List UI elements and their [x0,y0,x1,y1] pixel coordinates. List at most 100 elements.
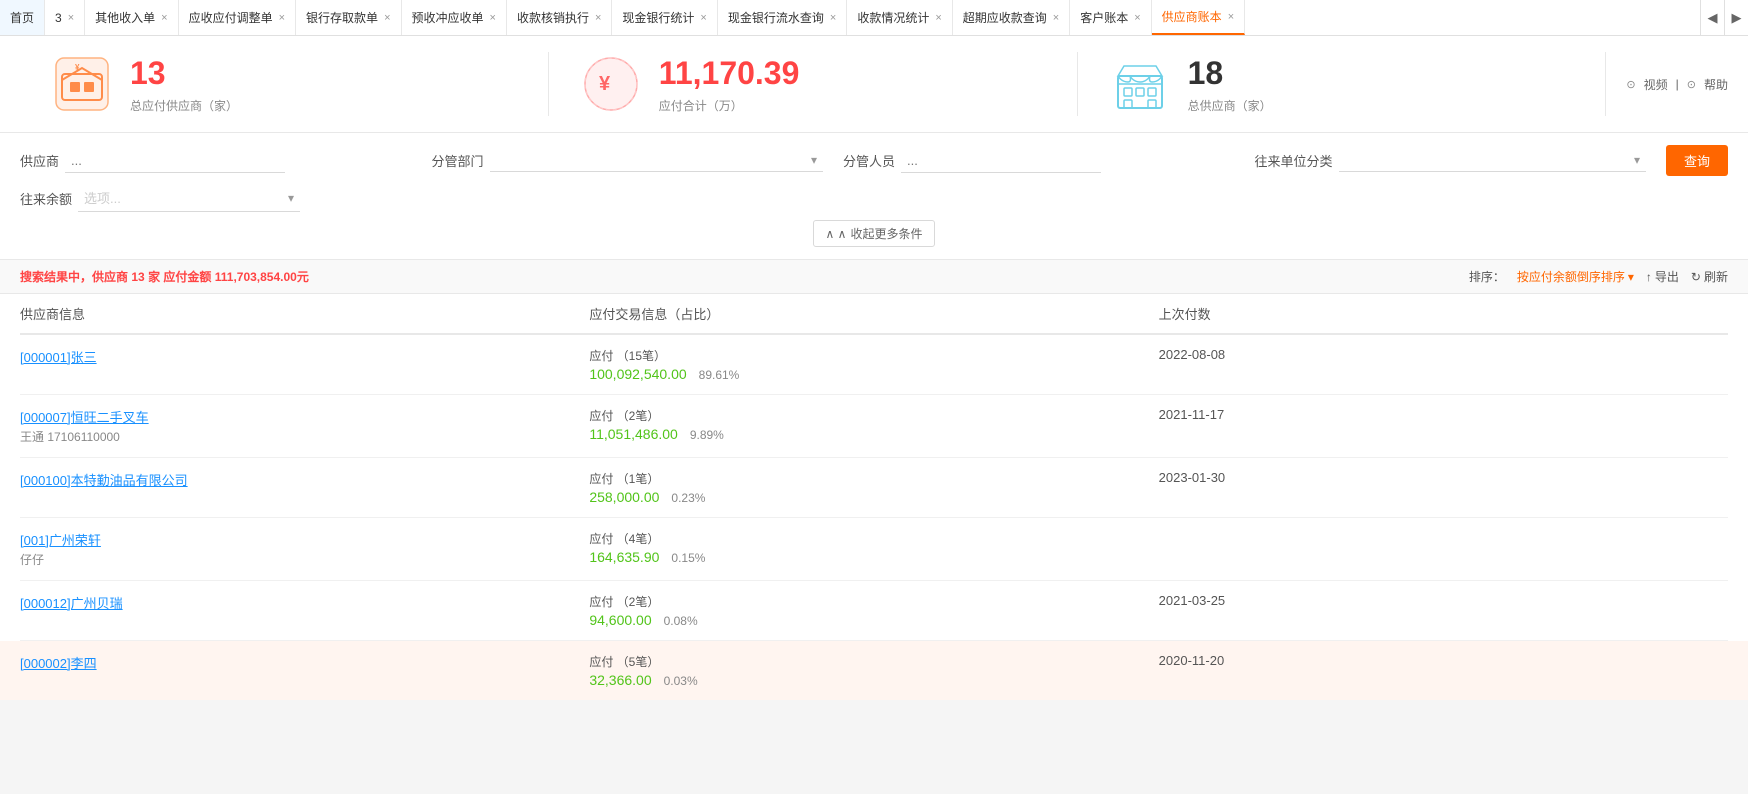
nav-ar-ap-adjust[interactable]: 应收应付调整单 × [179,0,296,35]
ap-amount[interactable]: 94,600.00 [589,612,651,628]
supplier-link[interactable]: [000100]本特勤油品有限公司 [20,473,188,488]
filter-person: 分管人员 [843,149,1235,173]
table-container: 供应商信息 应付交易信息（占比） 上次付数 [000001]张三 应付 （15笔… [0,294,1748,700]
supplier-sub: 仔仔 [20,551,589,568]
nav-next-arrow[interactable]: ▶ [1724,0,1748,36]
summary-info-amount: 11,170.39 应付合计（万） [659,54,800,113]
export-button[interactable]: ↑ 导出 [1646,268,1679,285]
supplier-link[interactable]: [000001]张三 [20,350,97,365]
nav-three[interactable]: 3 × [45,0,85,35]
supplier-link[interactable]: [000012]广州贝瑞 [20,596,123,611]
col-last-pay: 上次付数 [1159,304,1728,323]
table-row: [001]广州荣轩 仔仔 应付 （4笔） 164,635.90 0.15% [20,518,1728,581]
search-button[interactable]: 查询 [1666,145,1728,176]
balance-filter-label: 往来余额 [20,189,72,208]
close-icon[interactable]: × [1228,11,1234,23]
close-icon[interactable]: × [935,12,941,24]
table-row: [000007]恒旺二手叉车 王通 17106110000 应付 （2笔） 11… [20,395,1728,458]
top-right-links: ⊙ 视频 | ⊙ 帮助 [1606,76,1728,93]
close-icon[interactable]: × [490,12,496,24]
top-navigation: 首页 3 × 其他收入单 × 应收应付调整单 × 银行存取款单 × 预收冲应收单… [0,0,1748,36]
nav-receipt-exec[interactable]: 收款核销执行 × [507,0,612,35]
svg-text:¥: ¥ [75,63,80,72]
nav-arrows: ◀ ▶ [1700,0,1748,36]
nav-home[interactable]: 首页 [0,0,45,35]
refresh-icon: ↻ [1691,270,1701,284]
close-icon[interactable]: × [1053,12,1059,24]
person-filter-label: 分管人员 [843,151,895,170]
supplier-input[interactable] [65,149,285,173]
nav-cash-bank-stat[interactable]: 现金银行统计 × [612,0,717,35]
last-pay-cell: 2023-01-30 [1159,470,1728,485]
collapse-button[interactable]: ∧ ∧ 收起更多条件 [813,220,936,247]
refresh-button[interactable]: ↻ 刷新 [1691,268,1728,285]
ap-amount[interactable]: 11,051,486.00 [589,426,678,442]
col-supplier-info: 供应商信息 [20,304,589,323]
result-text2: 家 应付金额 [148,270,211,284]
amount-cell: 应付 （2笔） 94,600.00 0.08% [589,593,1158,628]
balance-select[interactable]: 选项... ▾ [78,184,300,212]
supplier-cell: [000012]广州贝瑞 [20,593,589,612]
summary-info-suppliers: 13 总应付供应商（家） [130,54,238,113]
supplier-link[interactable]: [001]广州荣轩 [20,533,101,548]
ap-amount[interactable]: 32,366.00 [589,672,651,688]
ap-amount[interactable]: 100,092,540.00 [589,366,686,382]
supplier-filter-label: 供应商 [20,151,59,170]
table-row: [000012]广州贝瑞 应付 （2笔） 94,600.00 0.08% 202… [20,581,1728,641]
chevron-down-icon: ▾ [811,153,817,167]
total-ap-suppliers-number: 13 [130,54,238,92]
nav-other-income[interactable]: 其他收入单 × [85,0,178,35]
supplier-cell: [001]广州荣轩 仔仔 [20,530,589,568]
dept-select[interactable]: ▾ [490,149,823,172]
supplier-link[interactable]: [000002]李四 [20,656,97,671]
person-input[interactable] [901,149,1101,173]
svg-text:¥: ¥ [599,73,611,95]
last-pay-cell: 2021-11-17 [1159,407,1728,422]
nav-receipt-stat[interactable]: 收款情况统计 × [847,0,952,35]
filter-dept: 分管部门 ▾ [432,149,824,172]
sort-label: 排序： [1469,268,1505,285]
filter-balance: 往来余额 选项... ▾ [20,184,300,212]
close-icon[interactable]: × [595,12,601,24]
filter-row-2: 往来余额 选项... ▾ [20,184,1728,212]
summary-card-total: 18 总供应商（家） [1078,52,1607,116]
nav-cash-bank-query[interactable]: 现金银行流水查询 × [718,0,847,35]
table-row: [000001]张三 应付 （15笔） 100,092,540.00 89.61… [20,335,1728,395]
category-select[interactable]: ▾ [1339,149,1646,172]
sort-value[interactable]: 按应付余额倒序排序 ▾ [1517,268,1634,285]
col-ap-info: 应付交易信息（占比） [589,304,1158,323]
amount-icon: ¥ [579,52,643,116]
close-icon[interactable]: × [1134,12,1140,24]
nav-bank-deposit[interactable]: 银行存取款单 × [296,0,401,35]
result-count: 13 [131,270,144,284]
total-suppliers-label: 总供应商（家） [1188,97,1272,114]
close-icon[interactable]: × [279,12,285,24]
summary-card-suppliers: ¥ 13 总应付供应商（家） [20,52,549,116]
ap-amount[interactable]: 258,000.00 [589,489,659,505]
close-icon[interactable]: × [830,12,836,24]
summary-card-amount: ¥ 11,170.39 应付合计（万） [549,52,1078,116]
supplier-link[interactable]: [000007]恒旺二手叉车 [20,410,149,425]
supplier-sub: 王通 17106110000 [20,428,589,445]
sort-down-icon: ▾ [1628,270,1634,284]
export-icon: ↑ [1646,270,1652,284]
amount-cell: 应付 （2笔） 11,051,486.00 9.89% [589,407,1158,442]
chevron-up-icon: ∧ ∧ [826,227,847,241]
close-icon[interactable]: × [700,12,706,24]
nav-overdue-ar[interactable]: 超期应收款查询 × [953,0,1070,35]
nav-supplier-ledger[interactable]: 供应商账本 × [1152,0,1245,35]
help-link[interactable]: 帮助 [1704,76,1728,93]
chevron-down-icon: ▾ [288,191,294,205]
supplier-icon: ¥ [50,52,114,116]
ap-amount[interactable]: 164,635.90 [589,549,659,565]
video-link[interactable]: 视频 [1644,76,1668,93]
result-text1: 搜索结果中，供应商 [20,270,128,284]
close-icon[interactable]: × [161,12,167,24]
category-filter-label: 往来单位分类 [1255,151,1333,170]
close-icon[interactable]: × [68,12,74,24]
nav-advance-ar[interactable]: 预收冲应收单 × [402,0,507,35]
nav-prev-arrow[interactable]: ◀ [1700,0,1724,36]
result-actions: 排序： 按应付余额倒序排序 ▾ ↑ 导出 ↻ 刷新 [1469,268,1728,285]
nav-customer-ledger[interactable]: 客户账本 × [1070,0,1151,35]
close-icon[interactable]: × [384,12,390,24]
